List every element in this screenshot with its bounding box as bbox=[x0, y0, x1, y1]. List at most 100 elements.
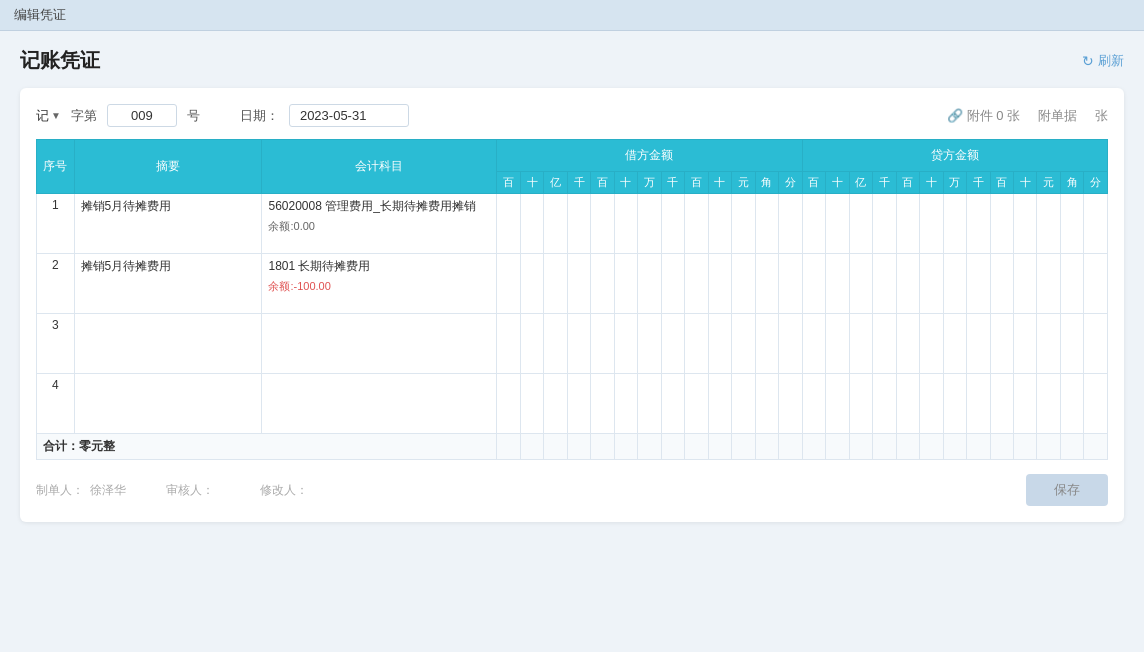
debit-digit-cell[interactable] bbox=[732, 314, 755, 374]
debit-digit-cell[interactable] bbox=[520, 194, 543, 254]
debit-digit-cell[interactable] bbox=[544, 374, 567, 434]
credit-digit-cell[interactable] bbox=[826, 374, 849, 434]
row-account[interactable] bbox=[262, 374, 497, 434]
debit-digit-cell[interactable] bbox=[779, 374, 802, 434]
row-summary[interactable]: 摊销5月待摊费用 bbox=[74, 194, 262, 254]
debit-digit-cell[interactable] bbox=[755, 194, 778, 254]
debit-digit-cell[interactable] bbox=[520, 314, 543, 374]
credit-digit-cell[interactable] bbox=[920, 374, 943, 434]
credit-digit-cell[interactable] bbox=[1084, 314, 1108, 374]
row-account[interactable]: 56020008 管理费用_长期待摊费用摊销余额:0.00 bbox=[262, 194, 497, 254]
credit-digit-cell[interactable] bbox=[1013, 374, 1036, 434]
debit-digit-cell[interactable] bbox=[614, 194, 637, 254]
debit-digit-cell[interactable] bbox=[661, 194, 684, 254]
credit-digit-cell[interactable] bbox=[1060, 254, 1083, 314]
debit-digit-cell[interactable] bbox=[567, 254, 590, 314]
credit-digit-cell[interactable] bbox=[920, 194, 943, 254]
credit-digit-cell[interactable] bbox=[920, 254, 943, 314]
credit-digit-cell[interactable] bbox=[873, 374, 896, 434]
debit-digit-cell[interactable] bbox=[708, 314, 731, 374]
row-account[interactable]: 1801 长期待摊费用余额:-100.00 bbox=[262, 254, 497, 314]
credit-digit-cell[interactable] bbox=[849, 314, 872, 374]
credit-digit-cell[interactable] bbox=[943, 194, 966, 254]
debit-digit-cell[interactable] bbox=[661, 374, 684, 434]
debit-digit-cell[interactable] bbox=[779, 314, 802, 374]
row-summary[interactable] bbox=[74, 374, 262, 434]
credit-digit-cell[interactable] bbox=[826, 254, 849, 314]
row-summary[interactable]: 摊销5月待摊费用 bbox=[74, 254, 262, 314]
debit-digit-cell[interactable] bbox=[567, 374, 590, 434]
credit-digit-cell[interactable] bbox=[990, 194, 1013, 254]
debit-digit-cell[interactable] bbox=[779, 254, 802, 314]
debit-digit-cell[interactable] bbox=[614, 374, 637, 434]
debit-digit-cell[interactable] bbox=[591, 314, 614, 374]
credit-digit-cell[interactable] bbox=[1060, 314, 1083, 374]
debit-digit-cell[interactable] bbox=[497, 254, 520, 314]
credit-digit-cell[interactable] bbox=[967, 254, 990, 314]
credit-digit-cell[interactable] bbox=[873, 194, 896, 254]
debit-digit-cell[interactable] bbox=[685, 194, 708, 254]
debit-digit-cell[interactable] bbox=[732, 254, 755, 314]
row-summary[interactable] bbox=[74, 314, 262, 374]
row-account[interactable] bbox=[262, 314, 497, 374]
credit-digit-cell[interactable] bbox=[967, 374, 990, 434]
credit-digit-cell[interactable] bbox=[1013, 254, 1036, 314]
debit-digit-cell[interactable] bbox=[685, 254, 708, 314]
debit-digit-cell[interactable] bbox=[614, 254, 637, 314]
debit-digit-cell[interactable] bbox=[685, 374, 708, 434]
credit-digit-cell[interactable] bbox=[1013, 314, 1036, 374]
debit-digit-cell[interactable] bbox=[520, 374, 543, 434]
debit-digit-cell[interactable] bbox=[591, 254, 614, 314]
credit-digit-cell[interactable] bbox=[873, 314, 896, 374]
credit-digit-cell[interactable] bbox=[873, 254, 896, 314]
credit-digit-cell[interactable] bbox=[1037, 194, 1060, 254]
credit-digit-cell[interactable] bbox=[1037, 254, 1060, 314]
credit-digit-cell[interactable] bbox=[1084, 374, 1108, 434]
credit-digit-cell[interactable] bbox=[943, 314, 966, 374]
debit-digit-cell[interactable] bbox=[685, 314, 708, 374]
credit-digit-cell[interactable] bbox=[849, 374, 872, 434]
credit-digit-cell[interactable] bbox=[990, 374, 1013, 434]
debit-digit-cell[interactable] bbox=[544, 314, 567, 374]
credit-digit-cell[interactable] bbox=[826, 314, 849, 374]
credit-digit-cell[interactable] bbox=[990, 314, 1013, 374]
debit-digit-cell[interactable] bbox=[755, 374, 778, 434]
credit-digit-cell[interactable] bbox=[920, 314, 943, 374]
debit-digit-cell[interactable] bbox=[708, 194, 731, 254]
debit-digit-cell[interactable] bbox=[755, 254, 778, 314]
credit-digit-cell[interactable] bbox=[1060, 374, 1083, 434]
date-input[interactable] bbox=[289, 104, 409, 127]
debit-digit-cell[interactable] bbox=[497, 194, 520, 254]
debit-digit-cell[interactable] bbox=[661, 254, 684, 314]
debit-digit-cell[interactable] bbox=[497, 314, 520, 374]
credit-digit-cell[interactable] bbox=[990, 254, 1013, 314]
debit-digit-cell[interactable] bbox=[638, 254, 661, 314]
credit-digit-cell[interactable] bbox=[849, 254, 872, 314]
save-button[interactable]: 保存 bbox=[1026, 474, 1108, 506]
debit-digit-cell[interactable] bbox=[638, 194, 661, 254]
debit-digit-cell[interactable] bbox=[544, 254, 567, 314]
debit-digit-cell[interactable] bbox=[567, 194, 590, 254]
credit-digit-cell[interactable] bbox=[849, 194, 872, 254]
debit-digit-cell[interactable] bbox=[591, 194, 614, 254]
credit-digit-cell[interactable] bbox=[1084, 254, 1108, 314]
credit-digit-cell[interactable] bbox=[943, 374, 966, 434]
debit-digit-cell[interactable] bbox=[661, 314, 684, 374]
credit-digit-cell[interactable] bbox=[943, 254, 966, 314]
debit-digit-cell[interactable] bbox=[708, 254, 731, 314]
debit-digit-cell[interactable] bbox=[638, 314, 661, 374]
credit-digit-cell[interactable] bbox=[896, 254, 919, 314]
credit-digit-cell[interactable] bbox=[1037, 374, 1060, 434]
debit-digit-cell[interactable] bbox=[520, 254, 543, 314]
debit-digit-cell[interactable] bbox=[755, 314, 778, 374]
debit-digit-cell[interactable] bbox=[638, 374, 661, 434]
credit-digit-cell[interactable] bbox=[1084, 194, 1108, 254]
credit-digit-cell[interactable] bbox=[802, 374, 825, 434]
refresh-button[interactable]: ↻ 刷新 bbox=[1082, 52, 1124, 70]
credit-digit-cell[interactable] bbox=[802, 194, 825, 254]
debit-digit-cell[interactable] bbox=[567, 314, 590, 374]
debit-digit-cell[interactable] bbox=[732, 374, 755, 434]
debit-digit-cell[interactable] bbox=[497, 374, 520, 434]
credit-digit-cell[interactable] bbox=[896, 194, 919, 254]
credit-digit-cell[interactable] bbox=[1037, 314, 1060, 374]
